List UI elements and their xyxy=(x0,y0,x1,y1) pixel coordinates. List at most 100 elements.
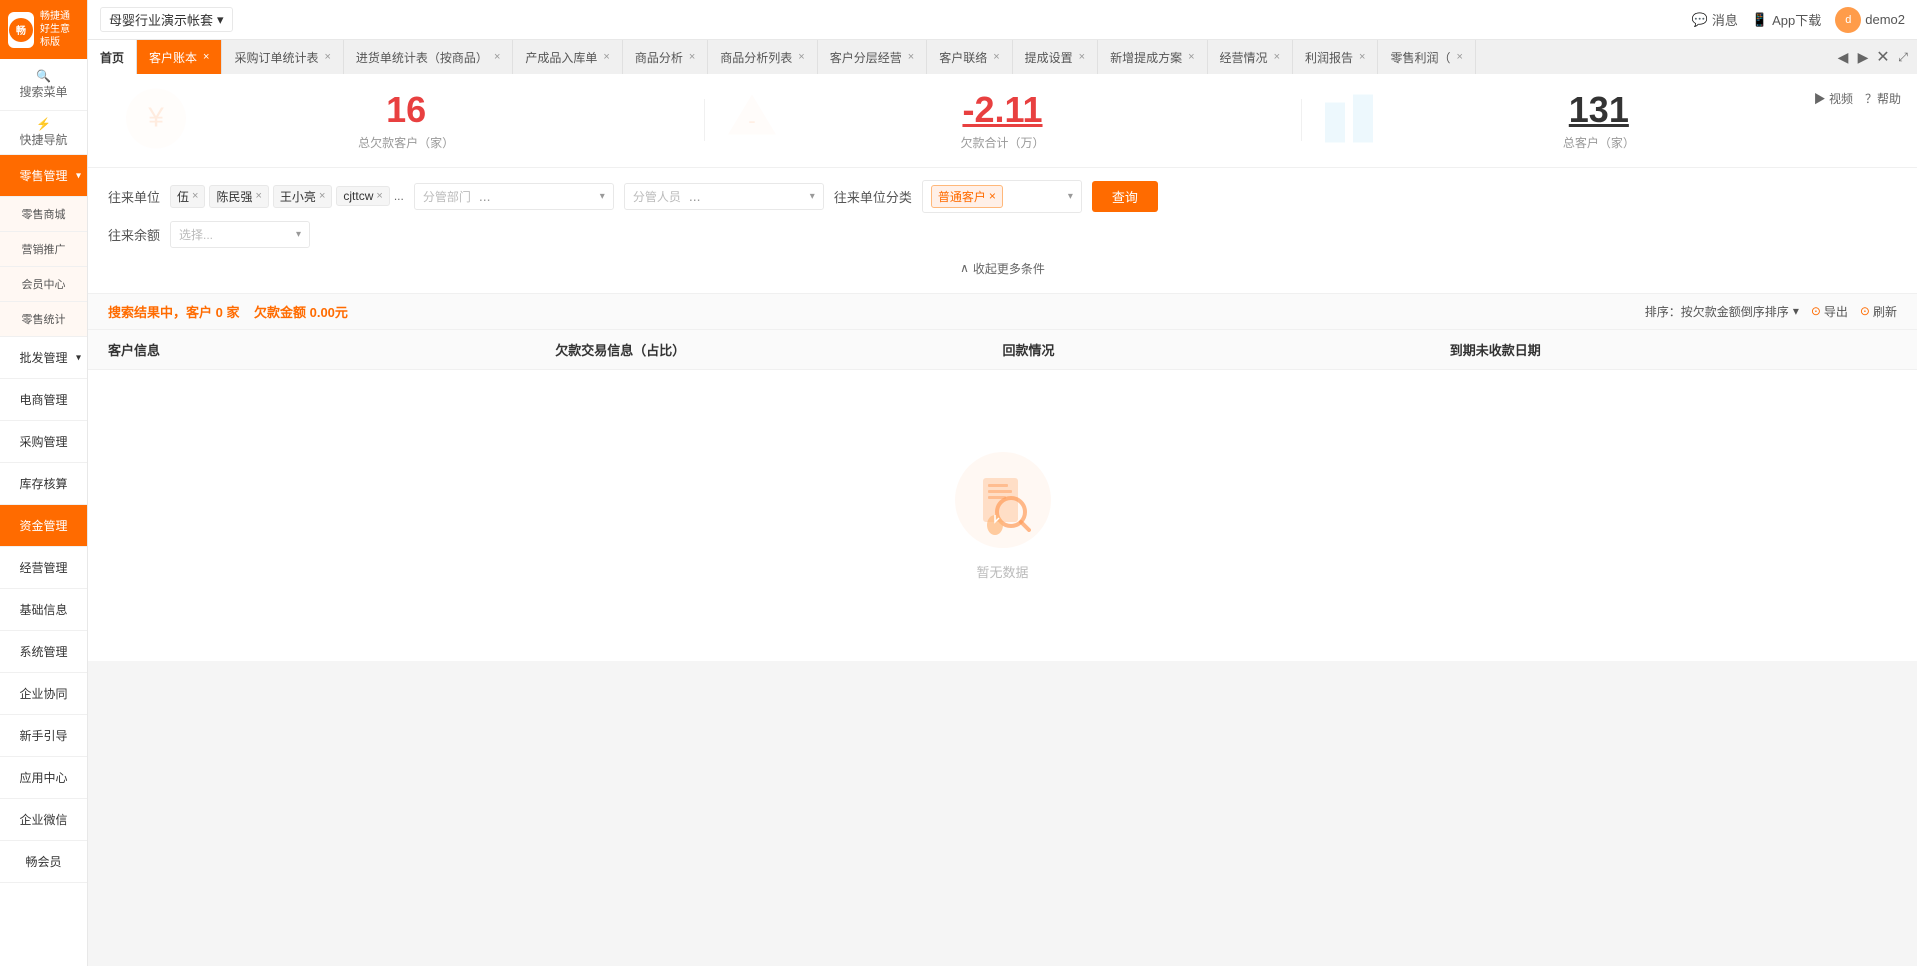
tab-close-icon[interactable]: × xyxy=(1359,51,1365,63)
sidebar-item-operations[interactable]: 经营管理 xyxy=(0,547,87,589)
main-area: 母婴行业演示帐套 ▾ 💬 消息 📱 App下载 d demo2 首页 客户账本 xyxy=(88,0,1917,966)
filter-tag-close-wang[interactable]: × xyxy=(319,190,325,202)
export-btn[interactable]: ⊙ 导出 xyxy=(1811,303,1848,320)
sidebar-item-purchase[interactable]: 采购管理 xyxy=(0,421,87,463)
stats-bar: ¥ 16 总欠款客户（家） - -2.11 欠款合计（万） xyxy=(88,74,1917,168)
tab-customer-account[interactable]: 客户账本 × xyxy=(137,40,222,74)
tab-product-analysis[interactable]: 商品分析 × xyxy=(623,40,708,74)
empty-text: 暂无数据 xyxy=(976,562,1028,581)
chevron-down-icon: ▾ xyxy=(296,229,301,240)
user-avatar-btn[interactable]: d demo2 xyxy=(1835,7,1905,33)
tab-close-icon[interactable]: × xyxy=(1188,51,1194,63)
tab-new-commission[interactable]: 新增提成方案 × xyxy=(1098,40,1207,74)
tab-close-icon[interactable]: × xyxy=(1079,51,1085,63)
tab-close-icon[interactable]: × xyxy=(908,51,914,63)
tab-label: 进货单统计表（按商品） xyxy=(356,49,488,66)
filter-label-unit: 往来单位 xyxy=(108,187,160,206)
filter-tag-close-wu[interactable]: × xyxy=(192,190,198,202)
category-tag-close[interactable]: × xyxy=(989,189,996,203)
filter-bar: 往来单位 伍 × 陈民强 × 王小亮 × cjttcw xyxy=(88,168,1917,294)
sidebar-item-app-center[interactable]: 应用中心 xyxy=(0,757,87,799)
sidebar-item-enterprise-wechat[interactable]: 企业微信 xyxy=(0,799,87,841)
sidebar-item-retail-stats[interactable]: 零售统计 xyxy=(0,302,87,337)
filter-dept-dropdown[interactable]: 分管部门 ... ▾ xyxy=(414,183,614,210)
filter-tag-more[interactable]: ... xyxy=(394,189,404,203)
video-help-btn[interactable]: ▶ 视频 xyxy=(1814,90,1853,107)
app-download-btn[interactable]: 📱 App下载 xyxy=(1752,10,1821,29)
tab-product-analysis-list[interactable]: 商品分析列表 × xyxy=(708,40,817,74)
tab-customer-contact[interactable]: 客户联络 × xyxy=(927,40,1012,74)
tab-close-icon[interactable]: × xyxy=(798,51,804,63)
filter-label-balance: 往来余额 xyxy=(108,225,160,244)
sidebar-item-system[interactable]: 系统管理 xyxy=(0,631,87,673)
message-btn[interactable]: 💬 消息 xyxy=(1692,10,1738,29)
tab-prev-arrow[interactable]: ◀ xyxy=(1833,40,1853,74)
tab-business[interactable]: 经营情况 × xyxy=(1208,40,1293,74)
refresh-btn[interactable]: ⊙ 刷新 xyxy=(1860,303,1897,320)
svg-text:-: - xyxy=(749,108,756,133)
tab-label: 商品分析 xyxy=(635,49,683,66)
filter-tag-chen[interactable]: 陈民强 × xyxy=(209,185,268,208)
svg-text:¥: ¥ xyxy=(147,102,164,133)
sidebar-item-wholesale[interactable]: 批发管理 xyxy=(0,337,87,379)
filter-tag-close-chen[interactable]: × xyxy=(255,190,261,202)
help-btn[interactable]: ？帮助 xyxy=(1865,90,1901,107)
filter-tag-cjttcw[interactable]: cjttcw × xyxy=(336,186,389,206)
filter-tags-unit: 伍 × 陈民强 × 王小亮 × cjttcw × ... xyxy=(170,185,404,208)
filter-tag-wu[interactable]: 伍 × xyxy=(170,185,205,208)
tab-close-icon[interactable]: × xyxy=(689,51,695,63)
tab-expand[interactable]: ⤢ xyxy=(1893,40,1913,74)
tab-label: 经营情况 xyxy=(1220,49,1268,66)
filter-person-dropdown[interactable]: 分管人员 ... ▾ xyxy=(624,183,824,210)
tab-customer-tier[interactable]: 客户分层经营 × xyxy=(818,40,927,74)
sidebar-item-ecommerce[interactable]: 电商管理 xyxy=(0,379,87,421)
tab-inbound-stats[interactable]: 进货单统计表（按商品） × xyxy=(344,40,513,74)
sidebar-item-vip[interactable]: 畅会员 xyxy=(0,841,87,883)
sidebar-item-member-center[interactable]: 会员中心 xyxy=(0,267,87,302)
tab-commission-settings[interactable]: 提成设置 × xyxy=(1013,40,1098,74)
query-button[interactable]: 查询 xyxy=(1092,181,1158,212)
tab-close-icon[interactable]: × xyxy=(1456,51,1462,63)
account-selector-label: 母婴行业演示帐套 xyxy=(109,10,213,29)
sidebar-item-enterprise-collab[interactable]: 企业协同 xyxy=(0,673,87,715)
sidebar-item-beginner[interactable]: 新手引导 xyxy=(0,715,87,757)
filter-collapse-btn[interactable]: ∧ 收起更多条件 xyxy=(108,256,1897,281)
filter-tag-wang[interactable]: 王小亮 × xyxy=(273,185,332,208)
tab-close-icon[interactable]: × xyxy=(1274,51,1280,63)
tab-product-inbound[interactable]: 产成品入库单 × xyxy=(513,40,622,74)
tab-close-icon[interactable]: × xyxy=(494,51,500,63)
tab-label: 客户联络 xyxy=(939,49,987,66)
filter-person-dots[interactable]: ... xyxy=(685,188,705,204)
tab-close-icon[interactable]: × xyxy=(603,51,609,63)
query-debt-amount: 0.00元 xyxy=(310,305,348,320)
filter-category-dropdown[interactable]: 普通客户 × ▾ xyxy=(922,180,1082,213)
query-result-count: 0 xyxy=(216,305,223,320)
tab-home[interactable]: 首页 xyxy=(88,40,137,74)
tab-close-all[interactable]: ✕ xyxy=(1873,40,1893,74)
sort-dropdown[interactable]: 排序：按欠款金额倒序排序 ▾ xyxy=(1645,303,1799,320)
stat-label-debt: 欠款合计（万） xyxy=(960,134,1044,151)
filter-dept-dots[interactable]: ... xyxy=(475,188,495,204)
sidebar-item-quicknav[interactable]: ⚡ 快捷导航 xyxy=(0,111,87,155)
filter-balance-dropdown[interactable]: 选择... ▾ xyxy=(170,221,310,248)
tab-retail-profit[interactable]: 零售利润（ × xyxy=(1378,40,1475,74)
tab-profit-report[interactable]: 利润报告 × xyxy=(1293,40,1378,74)
sidebar-item-finance[interactable]: 资金管理 xyxy=(0,505,87,547)
sidebar-logo[interactable]: 畅 畅捷通好生意 标版 xyxy=(0,0,87,59)
tab-close-icon[interactable]: × xyxy=(203,51,209,63)
sidebar-item-retail-mall[interactable]: 零售商城 xyxy=(0,197,87,232)
filter-selected-category[interactable]: 普通客户 × xyxy=(931,185,1003,208)
tab-purchase-order[interactable]: 采购订单统计表 × xyxy=(222,40,343,74)
sidebar-item-retail[interactable]: 零售管理 xyxy=(0,155,87,197)
account-selector[interactable]: 母婴行业演示帐套 ▾ xyxy=(100,7,233,32)
sidebar-item-basic-info[interactable]: 基础信息 xyxy=(0,589,87,631)
topbar-right: 💬 消息 📱 App下载 d demo2 xyxy=(1692,7,1905,33)
filter-tag-close-cjttcw[interactable]: × xyxy=(376,190,382,202)
tab-next-arrow[interactable]: ▶ xyxy=(1853,40,1873,74)
sidebar-item-inventory[interactable]: 库存核算 xyxy=(0,463,87,505)
th-repayment: 回款情况 xyxy=(1003,340,1450,359)
sidebar-item-search[interactable]: 🔍 搜索菜单 xyxy=(0,59,87,111)
tab-close-icon[interactable]: × xyxy=(324,51,330,63)
tab-close-icon[interactable]: × xyxy=(993,51,999,63)
sidebar-item-marketing[interactable]: 营销推广 xyxy=(0,232,87,267)
